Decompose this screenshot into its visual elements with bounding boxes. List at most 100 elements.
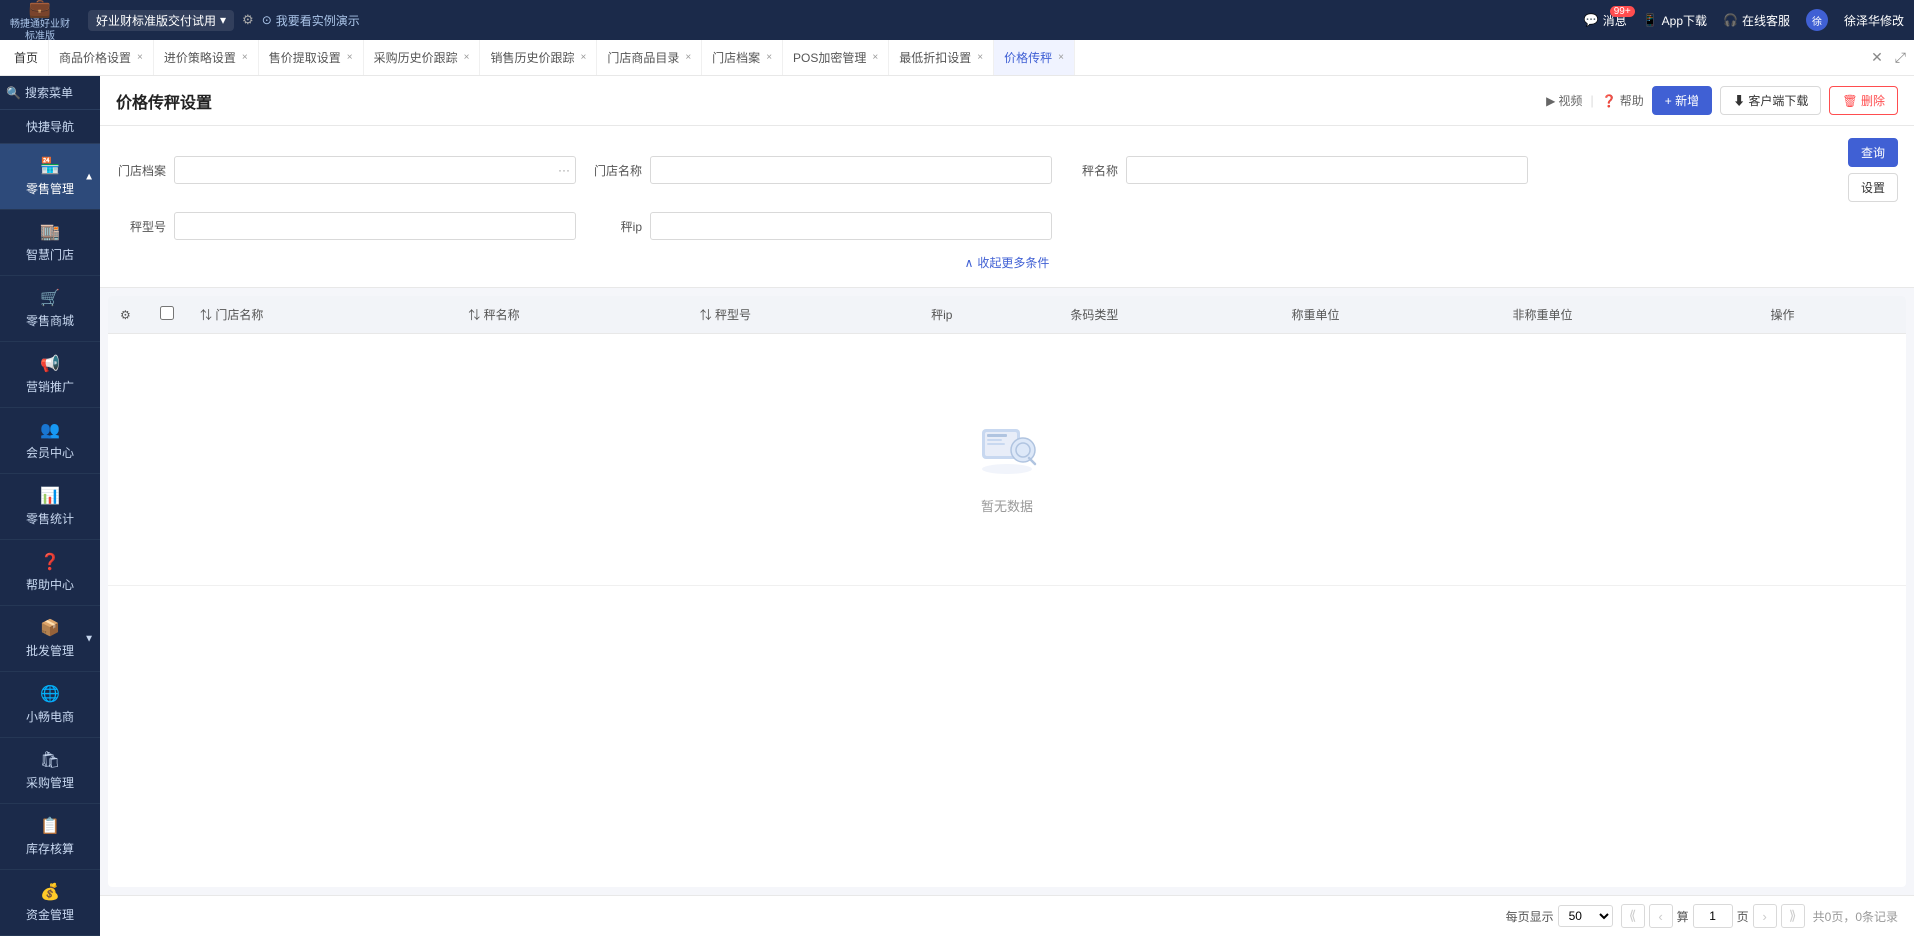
last-page-btn[interactable]: ⟫ [1781, 904, 1805, 928]
prev-page-btn[interactable]: ‹ [1649, 904, 1673, 928]
page-label: 算 [1677, 908, 1689, 925]
vertical-divider-1: | [1590, 93, 1593, 108]
sidebar-item-purchase-mgmt-label: 采购管理 [26, 774, 74, 791]
app-download-btn[interactable]: 📱 App下载 [1643, 12, 1707, 29]
download-button[interactable]: ⬇ 客户端下载 [1720, 86, 1821, 115]
sidebar-item-inventory[interactable]: 📋 库存核算 [0, 804, 100, 870]
tab-close-pos-encrypt[interactable]: × [872, 52, 878, 63]
tab-goods-price[interactable]: 商品价格设置 × [49, 40, 154, 76]
tab-sale-extract[interactable]: 售价提取设置 × [259, 40, 364, 76]
page-number-input[interactable] [1693, 904, 1733, 928]
sidebar-item-member-center[interactable]: 👥 会员中心 [0, 408, 100, 474]
download-label: ⬇ 客户端下载 [1733, 92, 1808, 109]
sidebar-item-retail-mgmt[interactable]: 🏪 零售管理 ▲ [0, 144, 100, 210]
tab-close-all-btn[interactable]: ✕ [1867, 47, 1887, 68]
online-service-btn[interactable]: 🎧 在线客服 [1723, 12, 1790, 29]
scale-model-input[interactable] [174, 212, 576, 240]
settings-icon[interactable]: ⚙ [242, 12, 254, 28]
demo-link[interactable]: ⊙ 我要看实例演示 [262, 12, 360, 29]
tab-min-discount[interactable]: 最低折扣设置 × [889, 40, 994, 76]
tab-close-sales-history[interactable]: × [580, 52, 586, 63]
tab-close-purchase-history[interactable]: × [464, 52, 470, 63]
add-button[interactable]: + 新增 [1652, 86, 1712, 115]
sidebar-item-purchase-mgmt[interactable]: 🛍 采购管理 [0, 738, 100, 804]
th-non-weight-unit: 非称重单位 [1501, 296, 1759, 334]
avatar-icon: 徐 [1806, 9, 1828, 31]
th-store-name: ⇅ 门店名称 [188, 296, 456, 334]
tab-price-scale[interactable]: 价格传秤 × [994, 40, 1075, 76]
sidebar-item-finance[interactable]: 💰 资金管理 [0, 870, 100, 936]
version-selector[interactable]: 好业财标准版交付试用 ▾ [88, 10, 234, 31]
tab-purchase-strategy[interactable]: 进价策略设置 × [154, 40, 259, 76]
tab-home[interactable]: 首页 [4, 40, 49, 76]
sidebar-item-wholesale-mgmt[interactable]: 📦 批发管理 ▼ [0, 606, 100, 672]
tab-store-catalog[interactable]: 门店商品目录 × [597, 40, 702, 76]
scale-ip-input[interactable] [650, 212, 1052, 240]
tab-pos-encrypt[interactable]: POS加密管理 × [783, 40, 889, 76]
empty-state-cell: 暂无数据 [108, 334, 1906, 586]
page-size-select: 每页显示 50 10 20 100 [1506, 905, 1613, 927]
sidebar-item-help-center[interactable]: ❓ 帮助中心 [0, 540, 100, 606]
top-bar: 💼 畅捷通好业财 标准版 好业财标准版交付试用 ▾ ⚙ ⊙ 我要看实例演示 💬 … [0, 0, 1914, 40]
store-archive-suffix-icon[interactable]: ··· [558, 163, 570, 177]
tab-store-archive[interactable]: 门店档案 × [702, 40, 783, 76]
th-scale-ip: 秤ip [919, 296, 1058, 334]
filter-scale-model: 秤型号 [116, 212, 576, 240]
tab-close-goods-price[interactable]: × [137, 52, 143, 63]
per-page-selector[interactable]: 50 10 20 100 [1558, 905, 1613, 927]
purchase-mgmt-icon: 🛍 [40, 750, 60, 770]
first-page-btn[interactable]: ⟪ [1621, 904, 1645, 928]
store-archive-input[interactable] [174, 156, 576, 184]
video-link[interactable]: ▶ 视频 [1546, 92, 1582, 109]
tab-expand-btn[interactable]: ⤢ [1891, 47, 1910, 68]
empty-row: 暂无数据 [108, 334, 1906, 586]
tab-close-price-scale[interactable]: × [1058, 52, 1064, 63]
next-page-btn[interactable]: › [1753, 904, 1777, 928]
select-all-checkbox[interactable] [160, 306, 174, 320]
query-button[interactable]: 查询 [1848, 138, 1898, 167]
message-btn[interactable]: 💬 消息 99+ [1584, 12, 1627, 29]
filter-area: 门店档案 ··· 门店名称 秤名称 查询 [100, 126, 1914, 288]
online-service-label: 在线客服 [1742, 12, 1790, 29]
top-bar-left: 💼 畅捷通好业财 标准版 好业财标准版交付试用 ▾ ⚙ ⊙ 我要看实例演示 [10, 0, 360, 43]
collapse-btn[interactable]: ∧ 收起更多条件 [965, 254, 1050, 271]
user-name[interactable]: 徐泽华修改 [1844, 12, 1904, 29]
tab-sales-history[interactable]: 销售历史价跟踪 × [480, 40, 597, 76]
store-archive-label: 门店档案 [116, 162, 166, 179]
tab-close-sale-extract[interactable]: × [347, 52, 353, 63]
tab-close-store-archive[interactable]: × [766, 52, 772, 63]
scale-name-input[interactable] [1126, 156, 1528, 184]
page-nav: ⟪ ‹ 算 页 › ⟫ [1621, 904, 1805, 928]
tab-purchase-history[interactable]: 采购历史价跟踪 × [364, 40, 481, 76]
video-label: 视频 [1558, 92, 1582, 109]
help-link[interactable]: ❓ 帮助 [1602, 92, 1644, 109]
delete-label: 🗑 删除 [1842, 92, 1885, 109]
sidebar-item-marketing[interactable]: 📢 营销推广 [0, 342, 100, 408]
demo-link-label: 我要看实例演示 [276, 12, 360, 29]
tab-close-store-catalog[interactable]: × [685, 52, 691, 63]
empty-state-illustration [967, 404, 1047, 484]
delete-button[interactable]: 🗑 删除 [1829, 86, 1898, 115]
xiaochang-ecom-icon: 🌐 [40, 684, 60, 704]
sidebar-item-xiaochang-ecom[interactable]: 🌐 小畅电商 [0, 672, 100, 738]
tab-close-purchase-strategy[interactable]: × [242, 52, 248, 63]
sidebar-quick-nav[interactable]: 快捷导航 [0, 110, 100, 144]
sidebar-item-smart-store[interactable]: 🏬 智慧门店 [0, 210, 100, 276]
sidebar-item-wholesale-mgmt-label: 批发管理 [26, 642, 74, 659]
expand-arrow-wholesale-icon: ▼ [84, 633, 94, 644]
data-table: ⚙ ⇅ 门店名称 ⇅ 秤名称 ⇅ [108, 296, 1906, 586]
th-settings[interactable]: ⚙ [108, 296, 148, 334]
app-download-label: App下载 [1662, 12, 1707, 29]
sidebar-search-label: 搜索菜单 [25, 84, 73, 101]
page-header: 价格传秤设置 ▶ 视频 | ❓ 帮助 + 新增 ⬇ 客户端下载 🗑 [100, 76, 1914, 126]
main-content: 价格传秤设置 ▶ 视频 | ❓ 帮助 + 新增 ⬇ 客户端下载 🗑 [100, 76, 1914, 936]
th-weight-unit: 称重单位 [1279, 296, 1500, 334]
chevron-down-icon: ▾ [220, 13, 226, 27]
smart-store-icon: 🏬 [40, 222, 60, 242]
sidebar-item-retail-mall[interactable]: 🛒 零售商城 [0, 276, 100, 342]
tab-close-min-discount[interactable]: × [977, 52, 983, 63]
sidebar-item-retail-stats[interactable]: 📊 零售统计 [0, 474, 100, 540]
settings-button[interactable]: 设置 [1848, 173, 1898, 202]
store-name-input[interactable] [650, 156, 1052, 184]
sidebar-search[interactable]: 🔍 搜索菜单 [0, 76, 100, 110]
